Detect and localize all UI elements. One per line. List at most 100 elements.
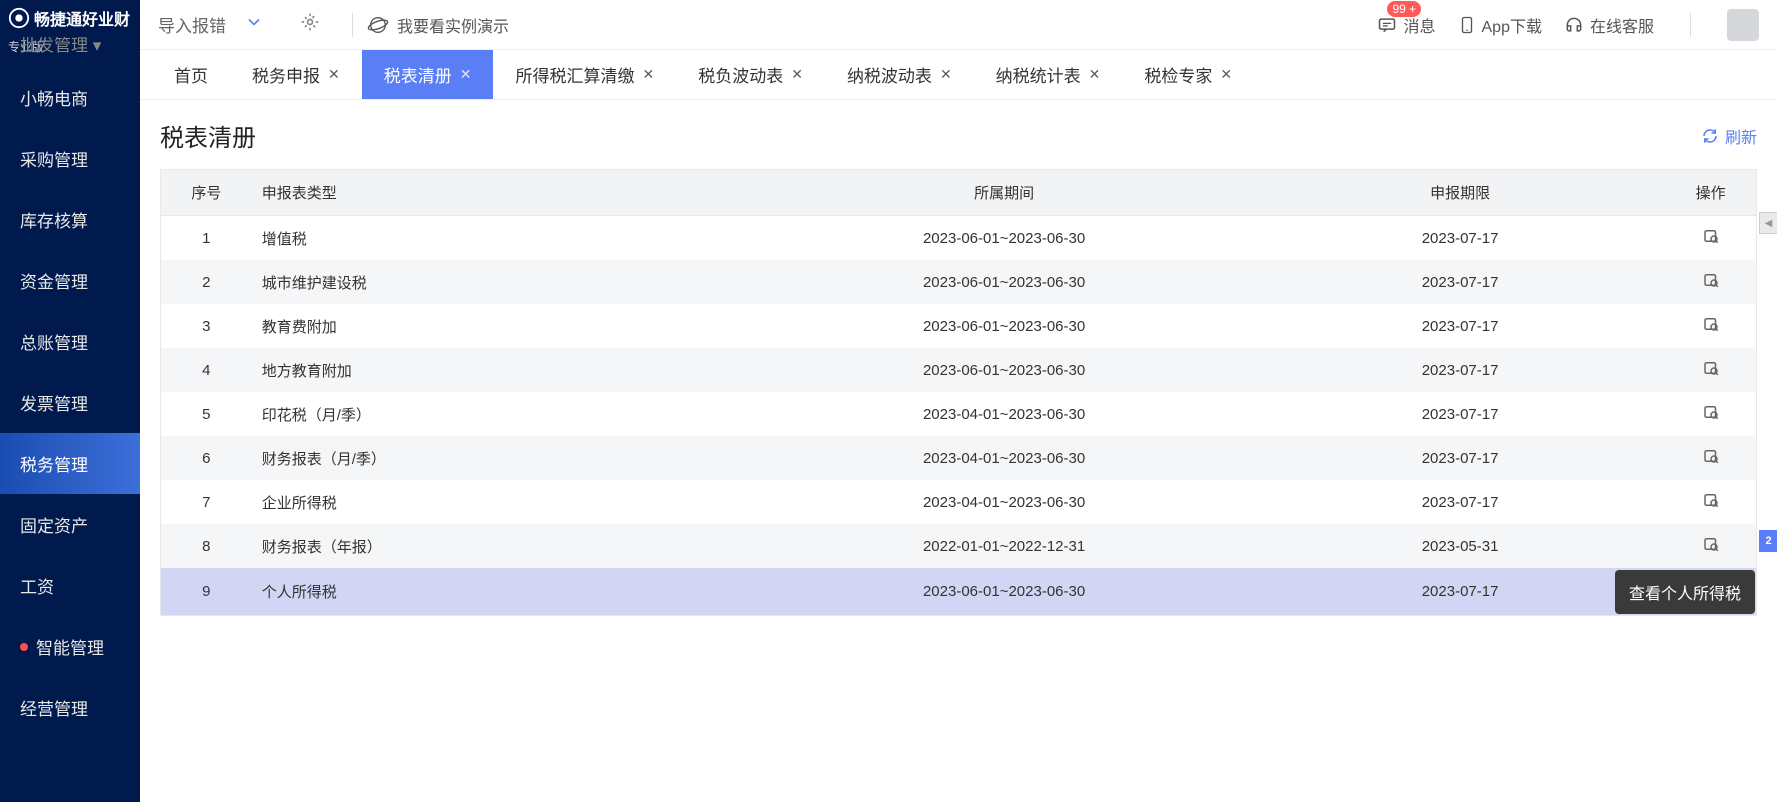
- th-op: 操作: [1665, 170, 1756, 216]
- tab-0[interactable]: 首页: [152, 50, 230, 99]
- view-icon[interactable]: [1702, 315, 1720, 333]
- sidebar-item-1[interactable]: 采购管理: [0, 128, 140, 189]
- cell-period: 2022-01-01~2022-12-31: [753, 524, 1255, 568]
- cell-deadline: 2023-07-17: [1255, 304, 1665, 348]
- app-download-link[interactable]: App下载: [1458, 13, 1542, 37]
- tab-label: 税务申报: [252, 62, 320, 87]
- page-title: 税表清册: [160, 118, 256, 153]
- cell-seq: 4: [161, 348, 252, 392]
- logo-text: 畅捷通好业财: [34, 6, 130, 30]
- topbar: 导入报错 我要看实例演示 99 + 消息: [140, 0, 1777, 50]
- table-row: 8财务报表（年报）2022-01-01~2022-12-312023-05-31: [161, 524, 1757, 568]
- th-period: 所属期间: [753, 170, 1255, 216]
- cell-type: 教育费附加: [252, 304, 754, 348]
- cell-deadline: 2023-07-17: [1255, 568, 1665, 616]
- tab-5[interactable]: 纳税波动表 ✕: [825, 50, 974, 99]
- cell-period: 2023-04-01~2023-06-30: [753, 436, 1255, 480]
- sidebar: 畅捷通好业财 专业版 批发管理 ▾小畅电商采购管理库存核算资金管理总账管理发票管…: [0, 0, 140, 802]
- view-icon[interactable]: [1702, 491, 1720, 509]
- sidebar-item-2[interactable]: 库存核算: [0, 189, 140, 250]
- planet-icon: [367, 14, 389, 36]
- close-icon[interactable]: ✕: [940, 66, 952, 83]
- close-icon[interactable]: ✕: [1089, 66, 1101, 83]
- view-icon[interactable]: [1702, 535, 1720, 553]
- tab-label: 首页: [174, 62, 208, 87]
- tab-label: 税表清册: [384, 62, 452, 87]
- cell-period: 2023-06-01~2023-06-30: [753, 304, 1255, 348]
- tax-table: 序号 申报表类型 所属期间 申报期限 操作 1增值税2023-06-01~202…: [160, 169, 1757, 616]
- sidebar-item-7[interactable]: 固定资产: [0, 494, 140, 555]
- view-icon[interactable]: [1702, 271, 1720, 289]
- badge: 99 +: [1387, 1, 1421, 17]
- cell-period: 2023-04-01~2023-06-30: [753, 480, 1255, 524]
- tab-4[interactable]: 税负波动表✕: [676, 50, 825, 99]
- th-type: 申报表类型: [252, 170, 754, 216]
- refresh-button[interactable]: 刷新: [1701, 124, 1757, 148]
- cell-seq: 9: [161, 568, 252, 616]
- cell-op: [1665, 436, 1756, 480]
- gear-icon[interactable]: [300, 12, 320, 37]
- sidebar-item-5[interactable]: 发票管理: [0, 372, 140, 433]
- close-icon[interactable]: ✕: [328, 66, 340, 83]
- view-icon[interactable]: [1702, 227, 1720, 245]
- th-deadline: 申报期限: [1255, 170, 1665, 216]
- sidebar-item-6[interactable]: 税务管理: [0, 433, 140, 494]
- tab-3[interactable]: 所得税汇算清缴 ✕: [493, 50, 676, 99]
- tab-1[interactable]: 税务申报 ✕: [230, 50, 362, 99]
- table-row: 6财务报表（月/季）2023-04-01~2023-06-302023-07-1…: [161, 436, 1757, 480]
- cell-op: [1665, 480, 1756, 524]
- import-label[interactable]: 导入报错: [158, 12, 226, 37]
- cell-type: 个人所得税: [252, 568, 754, 616]
- tab-7[interactable]: 税检专家 ✕: [1122, 50, 1254, 99]
- side-badge[interactable]: 2: [1759, 530, 1777, 552]
- tab-label: 所得税汇算清缴: [515, 62, 634, 87]
- sidebar-item-0[interactable]: 小畅电商: [0, 67, 140, 128]
- cell-seq: 7: [161, 480, 252, 524]
- close-icon[interactable]: ✕: [1220, 66, 1232, 83]
- view-icon[interactable]: [1702, 359, 1720, 377]
- th-seq: 序号: [161, 170, 252, 216]
- sidebar-item-partial[interactable]: 批发管理 ▾: [0, 37, 140, 67]
- cell-op: [1665, 216, 1756, 261]
- messages-link[interactable]: 99 + 消息: [1377, 13, 1435, 37]
- sidebar-item-8[interactable]: 工资: [0, 555, 140, 616]
- tooltip: 查看个人所得税: [1615, 570, 1755, 614]
- sidebar-item-9[interactable]: 智能管理: [0, 616, 140, 677]
- tab-2[interactable]: 税表清册 ✕: [362, 50, 494, 99]
- cell-type: 财务报表（年报）: [252, 524, 754, 568]
- view-icon[interactable]: [1702, 447, 1720, 465]
- close-icon[interactable]: ✕: [642, 66, 654, 83]
- avatar[interactable]: [1727, 9, 1759, 41]
- sidebar-item-10[interactable]: 经营管理: [0, 677, 140, 738]
- divider: [352, 13, 353, 37]
- refresh-icon: [1701, 127, 1719, 145]
- content: 税表清册 刷新 序号 申报表类型 所属期间 申报期限 操作 1增: [140, 100, 1777, 802]
- cell-seq: 6: [161, 436, 252, 480]
- tab-label: 税检专家: [1144, 62, 1212, 87]
- demo-link[interactable]: 我要看实例演示: [367, 13, 509, 37]
- close-icon[interactable]: ✕: [791, 66, 803, 83]
- app-logo: 畅捷通好业财: [0, 0, 140, 36]
- cell-op: [1665, 524, 1756, 568]
- cell-type: 城市维护建设税: [252, 260, 754, 304]
- customer-service-link[interactable]: 在线客服: [1564, 13, 1654, 37]
- close-icon[interactable]: ✕: [460, 66, 472, 83]
- tab-label: 纳税波动表: [847, 62, 932, 87]
- cell-op: [1665, 348, 1756, 392]
- table-row: 3教育费附加2023-06-01~2023-06-302023-07-17: [161, 304, 1757, 348]
- sidebar-item-3[interactable]: 资金管理: [0, 250, 140, 311]
- table-row: 1增值税2023-06-01~2023-06-302023-07-17: [161, 216, 1757, 261]
- side-collapse-handle[interactable]: ◀: [1759, 212, 1777, 234]
- cell-seq: 5: [161, 392, 252, 436]
- cell-deadline: 2023-07-17: [1255, 436, 1665, 480]
- cell-type: 财务报表（月/季）: [252, 436, 754, 480]
- chevron-down-icon[interactable]: [244, 12, 264, 37]
- view-icon[interactable]: [1702, 403, 1720, 421]
- tab-6[interactable]: 纳税统计表✕: [974, 50, 1123, 99]
- cell-period: 2023-06-01~2023-06-30: [753, 348, 1255, 392]
- cell-seq: 1: [161, 216, 252, 261]
- cell-period: 2023-06-01~2023-06-30: [753, 216, 1255, 261]
- tabs: 首页税务申报✕税表清册✕所得税汇算清缴✕税负波动表✕纳税波动表✕纳税统计表✕税检…: [140, 50, 1777, 100]
- sidebar-item-4[interactable]: 总账管理: [0, 311, 140, 372]
- phone-icon: [1458, 15, 1476, 35]
